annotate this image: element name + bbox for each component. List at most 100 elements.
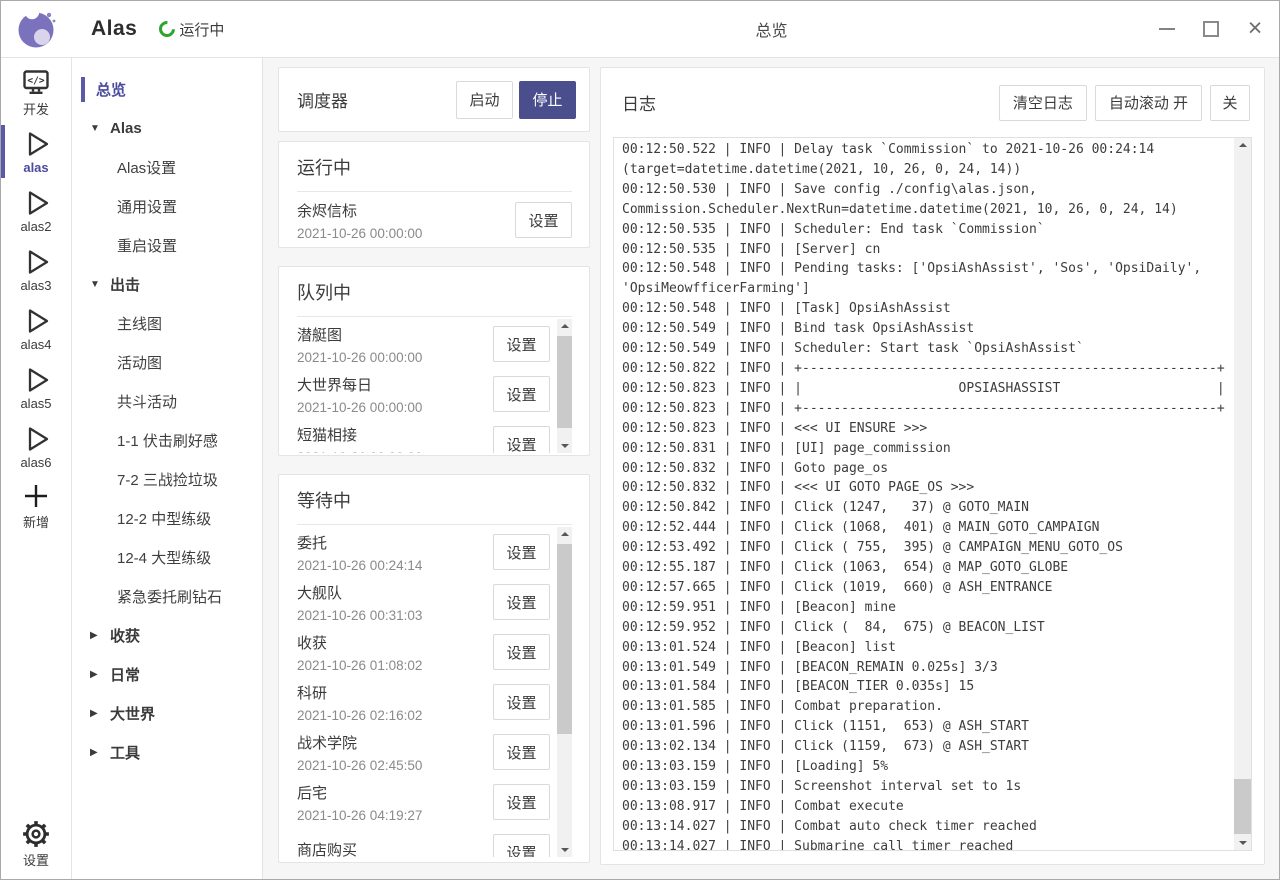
scrollbar-thumb[interactable] bbox=[557, 336, 572, 428]
menu-section-2[interactable]: ▶收获 bbox=[72, 616, 262, 655]
task-row: 战术学院2021-10-26 02:45:50 设置 bbox=[297, 727, 572, 777]
maximize-icon[interactable] bbox=[1201, 19, 1221, 39]
menu-item[interactable]: 紧急委托刷钻石 bbox=[72, 577, 262, 616]
close-icon[interactable]: × bbox=[1245, 19, 1265, 39]
nav-rail-item-alas2[interactable]: alas2 bbox=[1, 181, 71, 240]
task-row: 大世界每日2021-10-26 00:00:00设置 bbox=[297, 369, 572, 419]
play-icon bbox=[20, 423, 52, 455]
task-info: 科研2021-10-26 02:16:02 bbox=[297, 682, 422, 723]
chevron-down-icon: ▼ bbox=[90, 279, 101, 290]
log-line: 00:12:50.549 | INFO | Scheduler: Start t… bbox=[622, 339, 1227, 359]
pending-scrollbar[interactable] bbox=[557, 319, 572, 453]
menu-item[interactable]: 12-2 中型练级 bbox=[72, 499, 262, 538]
task-name: 商店购买 bbox=[297, 839, 357, 857]
nav-rail-item-label: 设置 bbox=[23, 850, 49, 869]
menu-item-overview[interactable]: 总览 bbox=[72, 70, 262, 109]
menu-section-3[interactable]: ▶日常 bbox=[72, 655, 262, 694]
nav-rail-item-label: 开发 bbox=[23, 99, 49, 118]
menu-section-1[interactable]: ▼出击 bbox=[72, 265, 262, 304]
log-header: 日志 清空日志 自动滚动 开 关 bbox=[613, 68, 1252, 137]
stop-button[interactable]: 停止 bbox=[519, 81, 576, 119]
task-row: 大舰队2021-10-26 00:31:03设置 bbox=[297, 577, 572, 627]
menu-item[interactable]: 通用设置 bbox=[72, 187, 262, 226]
log-line: 00:12:50.823 | INFO | +-----------------… bbox=[622, 399, 1227, 419]
log-line: 00:13:02.134 | INFO | Click (1159, 673) … bbox=[622, 737, 1227, 757]
menu-section-0[interactable]: ▼Alas bbox=[72, 109, 262, 148]
nav-rail-item-alas4[interactable]: alas4 bbox=[1, 299, 71, 358]
nav-rail-item-alas3[interactable]: alas3 bbox=[1, 240, 71, 299]
nav-rail-item-dev[interactable]: </> 开发 bbox=[1, 63, 71, 122]
menu-section-5[interactable]: ▶工具 bbox=[72, 733, 262, 772]
task-setting-button[interactable]: 设置 bbox=[493, 584, 550, 620]
menu-item[interactable]: 12-4 大型练级 bbox=[72, 538, 262, 577]
app-title: Alas bbox=[91, 17, 137, 41]
task-setting-button[interactable]: 设置 bbox=[493, 376, 550, 412]
waiting-scrollbar[interactable] bbox=[557, 527, 572, 857]
nav-rail-item-alas[interactable]: alas bbox=[1, 122, 71, 181]
log-output: 00:12:50.522 | INFO | Delay task `Commis… bbox=[613, 137, 1252, 851]
scroll-down-icon[interactable] bbox=[1234, 835, 1251, 850]
scroll-up-icon[interactable] bbox=[557, 319, 572, 334]
task-setting-button[interactable]: 设置 bbox=[493, 634, 550, 670]
menu-item[interactable]: 重启设置 bbox=[72, 226, 262, 265]
task-time: 2021-10-26 00:00:00 bbox=[297, 226, 422, 241]
task-row: 科研2021-10-26 02:16:02 设置 bbox=[297, 677, 572, 727]
scheduler-column: 调度器 启动 停止 运行中 余烬信标2021-10-26 00:00:00设置 … bbox=[263, 58, 597, 879]
log-line: 00:12:52.444 | INFO | Click (1068, 401) … bbox=[622, 518, 1227, 538]
task-name: 收获 bbox=[297, 632, 422, 653]
task-setting-button[interactable]: 设置 bbox=[515, 202, 572, 238]
menu-item[interactable]: Alas设置 bbox=[72, 148, 262, 187]
task-info: 战术学院2021-10-26 02:45:50 bbox=[297, 732, 422, 773]
menu-item[interactable]: 活动图 bbox=[72, 343, 262, 382]
menu-sidebar: 总览▼AlasAlas设置通用设置重启设置▼出击主线图活动图共斗活动1-1 伏击… bbox=[72, 58, 263, 879]
task-setting-button[interactable]: 设置 bbox=[493, 326, 550, 362]
nav-rail: </> 开发 alasalas2 alas3 alas4alas5alas6 新增 设置 bbox=[1, 58, 72, 879]
log-scrollbar[interactable] bbox=[1234, 138, 1251, 850]
scroll-down-icon[interactable] bbox=[557, 438, 572, 453]
nav-rail-item-label: alas3 bbox=[20, 278, 51, 293]
window-controls: × bbox=[1157, 1, 1265, 57]
menu-section-4[interactable]: ▶大世界 bbox=[72, 694, 262, 733]
task-time: 2021-10-26 00:31:03 bbox=[297, 608, 422, 623]
autoscroll-button[interactable]: 自动滚动 开 bbox=[1095, 85, 1202, 121]
svg-text:</>: </> bbox=[27, 76, 44, 87]
task-setting-button[interactable]: 设置 bbox=[493, 534, 550, 570]
nav-rail-item-add[interactable]: 新增 bbox=[1, 476, 71, 535]
task-name: 潜艇图 bbox=[297, 324, 422, 345]
log-line: 00:13:14.027 | INFO | Combat auto check … bbox=[622, 817, 1227, 837]
task-setting-button[interactable]: 设置 bbox=[493, 426, 550, 453]
chevron-right-icon: ▶ bbox=[90, 708, 101, 719]
scrollbar-thumb[interactable] bbox=[1234, 779, 1251, 834]
task-time: 2021-10-26 00:00:00 bbox=[297, 450, 422, 454]
nav-rail-item-settings[interactable]: 设置 bbox=[1, 814, 71, 873]
clear-log-button[interactable]: 清空日志 bbox=[999, 85, 1087, 121]
start-button[interactable]: 启动 bbox=[456, 81, 513, 119]
log-off-button[interactable]: 关 bbox=[1210, 85, 1250, 121]
task-info: 收获2021-10-26 01:08:02 bbox=[297, 632, 422, 673]
task-setting-button[interactable]: 设置 bbox=[493, 784, 550, 820]
task-time: 2021-10-26 00:00:00 bbox=[297, 400, 422, 415]
nav-rail-item-alas5[interactable]: alas5 bbox=[1, 358, 71, 417]
log-line: 00:12:50.522 | INFO | Delay task `Commis… bbox=[622, 140, 1227, 180]
menu-item[interactable]: 共斗活动 bbox=[72, 382, 262, 421]
minimize-icon[interactable] bbox=[1157, 19, 1177, 39]
gear-icon bbox=[20, 818, 52, 850]
running-list: 余烬信标2021-10-26 00:00:00设置 bbox=[297, 192, 572, 248]
menu-item[interactable]: 7-2 三战捡垃圾 bbox=[72, 460, 262, 499]
scroll-up-icon[interactable] bbox=[557, 527, 572, 542]
log-line: 00:12:50.535 | INFO | [Server] cn bbox=[622, 240, 1227, 260]
nav-rail-item-label: 新增 bbox=[23, 512, 49, 531]
task-info: 委托2021-10-26 00:24:14 bbox=[297, 532, 422, 573]
task-time: 2021-10-26 00:24:14 bbox=[297, 558, 422, 573]
nav-rail-item-alas6[interactable]: alas6 bbox=[1, 417, 71, 476]
task-setting-button[interactable]: 设置 bbox=[493, 684, 550, 720]
nav-rail-top: </> 开发 alasalas2 alas3 alas4alas5alas6 新增 bbox=[1, 63, 71, 535]
scroll-down-icon[interactable] bbox=[557, 842, 572, 857]
menu-item[interactable]: 1-1 伏击刷好感 bbox=[72, 421, 262, 460]
log-line: 00:13:01.596 | INFO | Click (1151, 653) … bbox=[622, 717, 1227, 737]
task-setting-button[interactable]: 设置 bbox=[493, 834, 550, 857]
scrollbar-thumb[interactable] bbox=[557, 544, 572, 734]
scroll-up-icon[interactable] bbox=[1234, 138, 1251, 153]
menu-item[interactable]: 主线图 bbox=[72, 304, 262, 343]
task-setting-button[interactable]: 设置 bbox=[493, 734, 550, 770]
